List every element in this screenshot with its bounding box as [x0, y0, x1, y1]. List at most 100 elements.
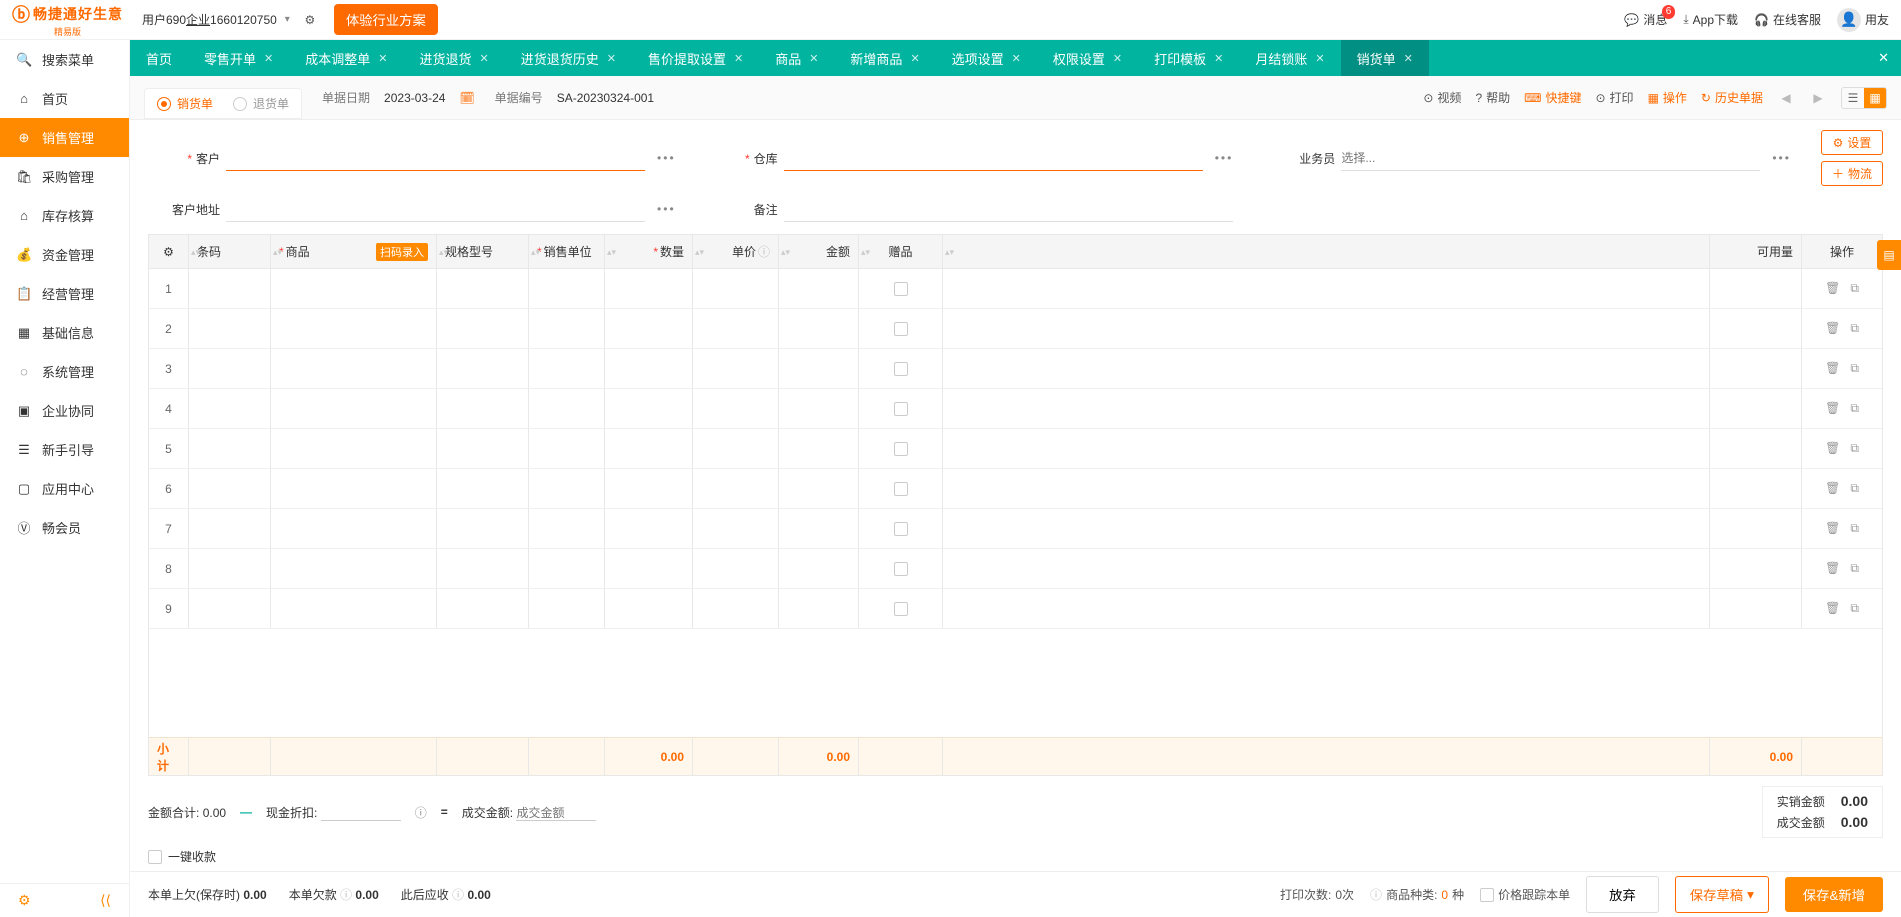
delete-icon[interactable]: 🗑 [1825, 321, 1840, 336]
tab-2[interactable]: 成本调整单✕ [289, 40, 403, 76]
col-spec[interactable]: ▴▾规格型号 [437, 235, 529, 268]
addr-picker[interactable]: ••• [657, 202, 676, 216]
tab-10[interactable]: 打印模板✕ [1138, 40, 1239, 76]
close-icon[interactable]: ✕ [480, 52, 489, 65]
table-row[interactable]: 7🗑⧉ [149, 509, 1882, 549]
tab-11[interactable]: 月结锁账✕ [1239, 40, 1340, 76]
sidebar-item-10[interactable]: ☰新手引导 [0, 430, 129, 469]
save-draft-button[interactable]: 保存草稿▾ [1675, 876, 1769, 913]
delete-icon[interactable]: 🗑 [1825, 401, 1840, 416]
download-button[interactable]: ⤓App下载 [1683, 11, 1738, 28]
table-row[interactable]: 3🗑⧉ [149, 349, 1882, 389]
delete-icon[interactable]: 🗑 [1825, 521, 1840, 536]
tabs-close-all[interactable]: ✕ [1866, 40, 1901, 76]
service-button[interactable]: 🎧在线客服 [1754, 11, 1821, 28]
copy-icon[interactable]: ⧉ [1850, 521, 1859, 536]
col-product[interactable]: ▴▾商品扫码录入 [271, 235, 437, 268]
sidebar-item-11[interactable]: ▢应用中心 [0, 469, 129, 508]
gift-checkbox[interactable] [894, 442, 908, 456]
sidebar-item-12[interactable]: Ⓥ畅会员 [0, 508, 129, 547]
customer-input[interactable] [226, 145, 645, 171]
table-row[interactable]: 1🗑⧉ [149, 269, 1882, 309]
copy-icon[interactable]: ⧉ [1850, 321, 1859, 336]
col-settings[interactable]: ⚙ [149, 235, 189, 268]
table-row[interactable]: 8🗑⧉ [149, 549, 1882, 589]
user-menu[interactable]: 👤用友 [1837, 8, 1889, 32]
cta-button[interactable]: 体验行业方案 [334, 4, 438, 35]
copy-icon[interactable]: ⧉ [1850, 441, 1859, 456]
gift-checkbox[interactable] [894, 282, 908, 296]
radio-sell[interactable] [157, 97, 171, 111]
close-icon[interactable]: ✕ [378, 52, 387, 65]
close-icon[interactable]: ✕ [1404, 52, 1413, 65]
delete-icon[interactable]: 🗑 [1825, 601, 1840, 616]
sidebar-item-3[interactable]: 🛍采购管理 [0, 157, 129, 196]
addr-input[interactable] [226, 196, 645, 222]
copy-icon[interactable]: ⧉ [1850, 601, 1859, 616]
gift-checkbox[interactable] [894, 402, 908, 416]
warehouse-input[interactable] [784, 145, 1203, 171]
table-row[interactable]: 6🗑⧉ [149, 469, 1882, 509]
date-value[interactable]: 2023-03-24 [384, 91, 445, 105]
close-icon[interactable]: ✕ [1012, 52, 1021, 65]
copy-icon[interactable]: ⧉ [1850, 401, 1859, 416]
col-price[interactable]: ▴▾单价ⓘ [693, 235, 779, 268]
gift-checkbox[interactable] [894, 522, 908, 536]
tab-8[interactable]: 选项设置✕ [936, 40, 1037, 76]
user-switcher[interactable]: 用户690企业1660120750 ▾ ⚙ [142, 11, 322, 28]
calendar-icon[interactable]: 🗓 [459, 91, 474, 105]
table-row[interactable]: 9🗑⧉ [149, 589, 1882, 629]
sales-input[interactable] [1341, 145, 1760, 171]
col-avail[interactable]: 可用量 [1710, 235, 1802, 268]
tab-12[interactable]: 销货单✕ [1341, 40, 1429, 76]
print-link[interactable]: ⊙打印 [1595, 89, 1633, 106]
help-link[interactable]: ?帮助 [1475, 89, 1510, 106]
close-icon[interactable]: ✕ [607, 52, 616, 65]
close-icon[interactable]: ✕ [1315, 52, 1324, 65]
tab-5[interactable]: 售价提取设置✕ [632, 40, 759, 76]
tab-6[interactable]: 商品✕ [759, 40, 834, 76]
msg-button[interactable]: 💬消息6 [1624, 11, 1667, 28]
gift-checkbox[interactable] [894, 362, 908, 376]
video-link[interactable]: ⊙视频 [1423, 89, 1461, 106]
copy-icon[interactable]: ⧉ [1850, 561, 1859, 576]
deal-input[interactable] [516, 806, 596, 821]
close-icon[interactable]: ✕ [734, 52, 743, 65]
col-amount[interactable]: ▴▾金额 [779, 235, 859, 268]
sidebar-item-4[interactable]: ⌂库存核算 [0, 196, 129, 235]
sidebar-item-9[interactable]: ▣企业协同 [0, 391, 129, 430]
tab-0[interactable]: 首页 [130, 40, 188, 76]
close-icon[interactable]: ✕ [809, 52, 818, 65]
col-gift[interactable]: ▴▾赠品 [859, 235, 943, 268]
close-icon[interactable]: ✕ [1214, 52, 1223, 65]
ship-button[interactable]: ＋物流 [1821, 161, 1883, 186]
prev-button[interactable]: ◀ [1777, 89, 1795, 107]
delete-icon[interactable]: 🗑 [1825, 441, 1840, 456]
tab-3[interactable]: 进货退货✕ [403, 40, 504, 76]
table-row[interactable]: 2🗑⧉ [149, 309, 1882, 349]
col-barcode[interactable]: ▴▾条码 [189, 235, 271, 268]
close-icon[interactable]: ✕ [1113, 52, 1122, 65]
sidebar-item-5[interactable]: 💰资金管理 [0, 235, 129, 274]
delete-icon[interactable]: 🗑 [1825, 281, 1840, 296]
table-row[interactable]: 4🗑⧉ [149, 389, 1882, 429]
table-row[interactable]: 5🗑⧉ [149, 429, 1882, 469]
gift-checkbox[interactable] [894, 482, 908, 496]
scan-tag[interactable]: 扫码录入 [376, 243, 428, 261]
gift-checkbox[interactable] [894, 562, 908, 576]
tab-9[interactable]: 权限设置✕ [1037, 40, 1138, 76]
copy-icon[interactable]: ⧉ [1850, 281, 1859, 296]
collect-checkbox[interactable] [148, 850, 162, 864]
delete-icon[interactable]: 🗑 [1825, 481, 1840, 496]
sidebar-item-2[interactable]: ⊕销售管理 [0, 118, 129, 157]
gear-icon[interactable]: ⚙ [298, 13, 322, 27]
tab-7[interactable]: 新增商品✕ [834, 40, 935, 76]
view-grid[interactable]: ▦ [1864, 88, 1886, 108]
radio-return[interactable] [233, 97, 247, 111]
delete-icon[interactable]: 🗑 [1825, 561, 1840, 576]
sales-picker[interactable]: ••• [1772, 151, 1791, 165]
next-button[interactable]: ▶ [1809, 89, 1827, 107]
shortcut-link[interactable]: ⌨快捷键 [1524, 89, 1581, 106]
gift-checkbox[interactable] [894, 602, 908, 616]
settings-icon[interactable]: ⚙ [18, 892, 31, 909]
